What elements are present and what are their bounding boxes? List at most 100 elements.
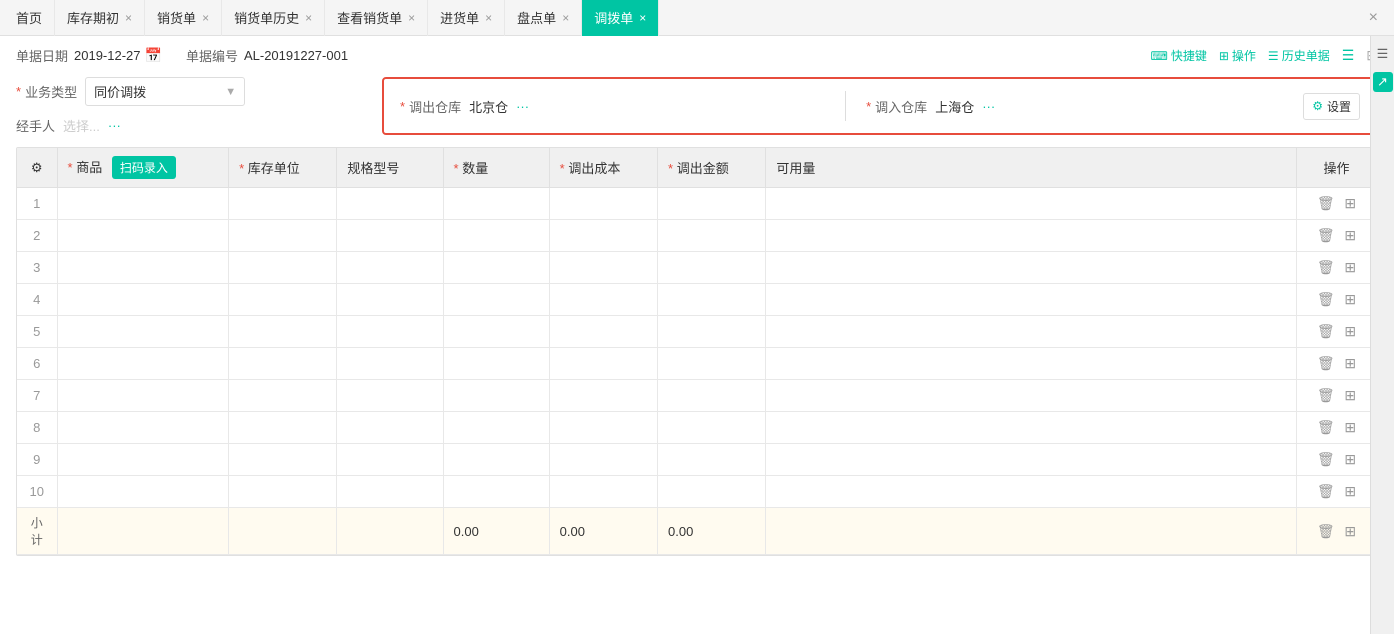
settings-btn[interactable]: ⚙ 设置 (1303, 93, 1360, 120)
row-spec[interactable] (337, 348, 443, 380)
tab-transfer-order[interactable]: 调拨单 × (582, 0, 659, 36)
row-qty[interactable] (443, 444, 549, 476)
row-cost[interactable] (549, 380, 657, 412)
row-cost[interactable] (549, 444, 657, 476)
tab-sales-order-close[interactable]: × (202, 11, 209, 25)
row-amount[interactable] (658, 348, 766, 380)
row-goods[interactable] (57, 476, 229, 508)
row-goods[interactable] (57, 380, 229, 412)
delete-icon[interactable]: 🗑 (1317, 195, 1335, 211)
row-spec[interactable] (337, 380, 443, 412)
delete-icon[interactable]: 🗑 (1317, 523, 1335, 539)
row-available[interactable] (766, 252, 1297, 284)
row-unit[interactable] (229, 476, 337, 508)
row-qty[interactable] (443, 316, 549, 348)
calendar-icon[interactable]: 📅 (145, 47, 162, 64)
col-gear-header[interactable]: ⚙ (17, 148, 57, 188)
row-spec[interactable] (337, 476, 443, 508)
row-qty[interactable] (443, 380, 549, 412)
row-cost[interactable] (549, 284, 657, 316)
tab-sales-history[interactable]: 销货单历史 × (222, 0, 325, 36)
delete-icon[interactable]: 🗑 (1317, 387, 1335, 403)
row-unit[interactable] (229, 412, 337, 444)
row-unit[interactable] (229, 444, 337, 476)
tab-inventory-init[interactable]: 库存期初 × (55, 0, 145, 36)
delete-icon[interactable]: 🗑 (1317, 451, 1335, 467)
row-unit[interactable] (229, 316, 337, 348)
tab-view-sales-close[interactable]: × (408, 11, 415, 25)
row-qty[interactable] (443, 476, 549, 508)
row-qty[interactable] (443, 348, 549, 380)
row-unit[interactable] (229, 380, 337, 412)
delete-icon[interactable]: 🗑 (1317, 355, 1335, 371)
row-available[interactable] (766, 380, 1297, 412)
row-qty[interactable] (443, 252, 549, 284)
row-cost[interactable] (549, 188, 657, 220)
tab-purchase-order[interactable]: 进货单 × (428, 0, 505, 36)
row-spec[interactable] (337, 252, 443, 284)
shortcut-btn[interactable]: ⌨ 快捷键 (1151, 47, 1207, 64)
row-unit[interactable] (229, 348, 337, 380)
row-spec[interactable] (337, 284, 443, 316)
copy-icon[interactable]: ⊞ (1344, 291, 1356, 307)
delete-icon[interactable]: 🗑 (1317, 483, 1335, 499)
row-available[interactable] (766, 412, 1297, 444)
warehouse-out-ellipsis[interactable]: ··· (516, 99, 529, 114)
row-cost[interactable] (549, 412, 657, 444)
row-amount[interactable] (658, 316, 766, 348)
tab-sales-history-close[interactable]: × (305, 11, 312, 25)
row-goods[interactable] (57, 252, 229, 284)
delete-icon[interactable]: 🗑 (1317, 323, 1335, 339)
view-toggle-list[interactable]: ☰ (1342, 47, 1355, 64)
row-available[interactable] (766, 444, 1297, 476)
tab-home[interactable]: 首页 (4, 0, 55, 36)
row-amount[interactable] (658, 220, 766, 252)
person-placeholder[interactable]: 选择... (63, 116, 100, 135)
copy-icon[interactable]: ⊞ (1344, 523, 1356, 539)
scan-input-btn[interactable]: 扫码录入 (112, 156, 176, 179)
row-available[interactable] (766, 316, 1297, 348)
row-available[interactable] (766, 476, 1297, 508)
tab-view-sales[interactable]: 查看销货单 × (325, 0, 428, 36)
table-scroll-wrap[interactable]: ⚙ * 商品 扫码录入 * 库存单位 规格型号 (17, 148, 1377, 555)
copy-icon[interactable]: ⊞ (1344, 419, 1356, 435)
tab-inventory-check[interactable]: 盘点单 × (505, 0, 582, 36)
row-goods[interactable] (57, 444, 229, 476)
tab-sales-order[interactable]: 销货单 × (145, 0, 222, 36)
operate-btn[interactable]: ⊞ 操作 (1219, 47, 1256, 64)
business-type-dropdown[interactable]: 同价调拨 ▼ (85, 77, 245, 106)
row-qty[interactable] (443, 220, 549, 252)
row-amount[interactable] (658, 444, 766, 476)
copy-icon[interactable]: ⊞ (1344, 387, 1356, 403)
row-qty[interactable] (443, 188, 549, 220)
row-goods[interactable] (57, 316, 229, 348)
tab-bar-close-btn[interactable]: × (1357, 9, 1390, 27)
row-cost[interactable] (549, 316, 657, 348)
delete-icon[interactable]: 🗑 (1317, 419, 1335, 435)
tab-purchase-order-close[interactable]: × (485, 11, 492, 25)
row-cost[interactable] (549, 348, 657, 380)
copy-icon[interactable]: ⊞ (1344, 259, 1356, 275)
row-goods[interactable] (57, 348, 229, 380)
row-unit[interactable] (229, 252, 337, 284)
delete-icon[interactable]: 🗑 (1317, 291, 1335, 307)
copy-icon[interactable]: ⊞ (1344, 355, 1356, 371)
copy-icon[interactable]: ⊞ (1344, 483, 1356, 499)
copy-icon[interactable]: ⊞ (1344, 323, 1356, 339)
row-available[interactable] (766, 188, 1297, 220)
tab-inventory-init-close[interactable]: × (125, 11, 132, 25)
row-available[interactable] (766, 348, 1297, 380)
row-amount[interactable] (658, 284, 766, 316)
row-cost[interactable] (549, 252, 657, 284)
person-ellipsis-btn[interactable]: ··· (108, 118, 121, 133)
row-unit[interactable] (229, 284, 337, 316)
row-cost[interactable] (549, 476, 657, 508)
row-unit[interactable] (229, 220, 337, 252)
row-qty[interactable] (443, 284, 549, 316)
row-goods[interactable] (57, 188, 229, 220)
copy-icon[interactable]: ⊞ (1344, 227, 1356, 243)
row-cost[interactable] (549, 220, 657, 252)
row-amount[interactable] (658, 252, 766, 284)
row-amount[interactable] (658, 476, 766, 508)
row-spec[interactable] (337, 220, 443, 252)
